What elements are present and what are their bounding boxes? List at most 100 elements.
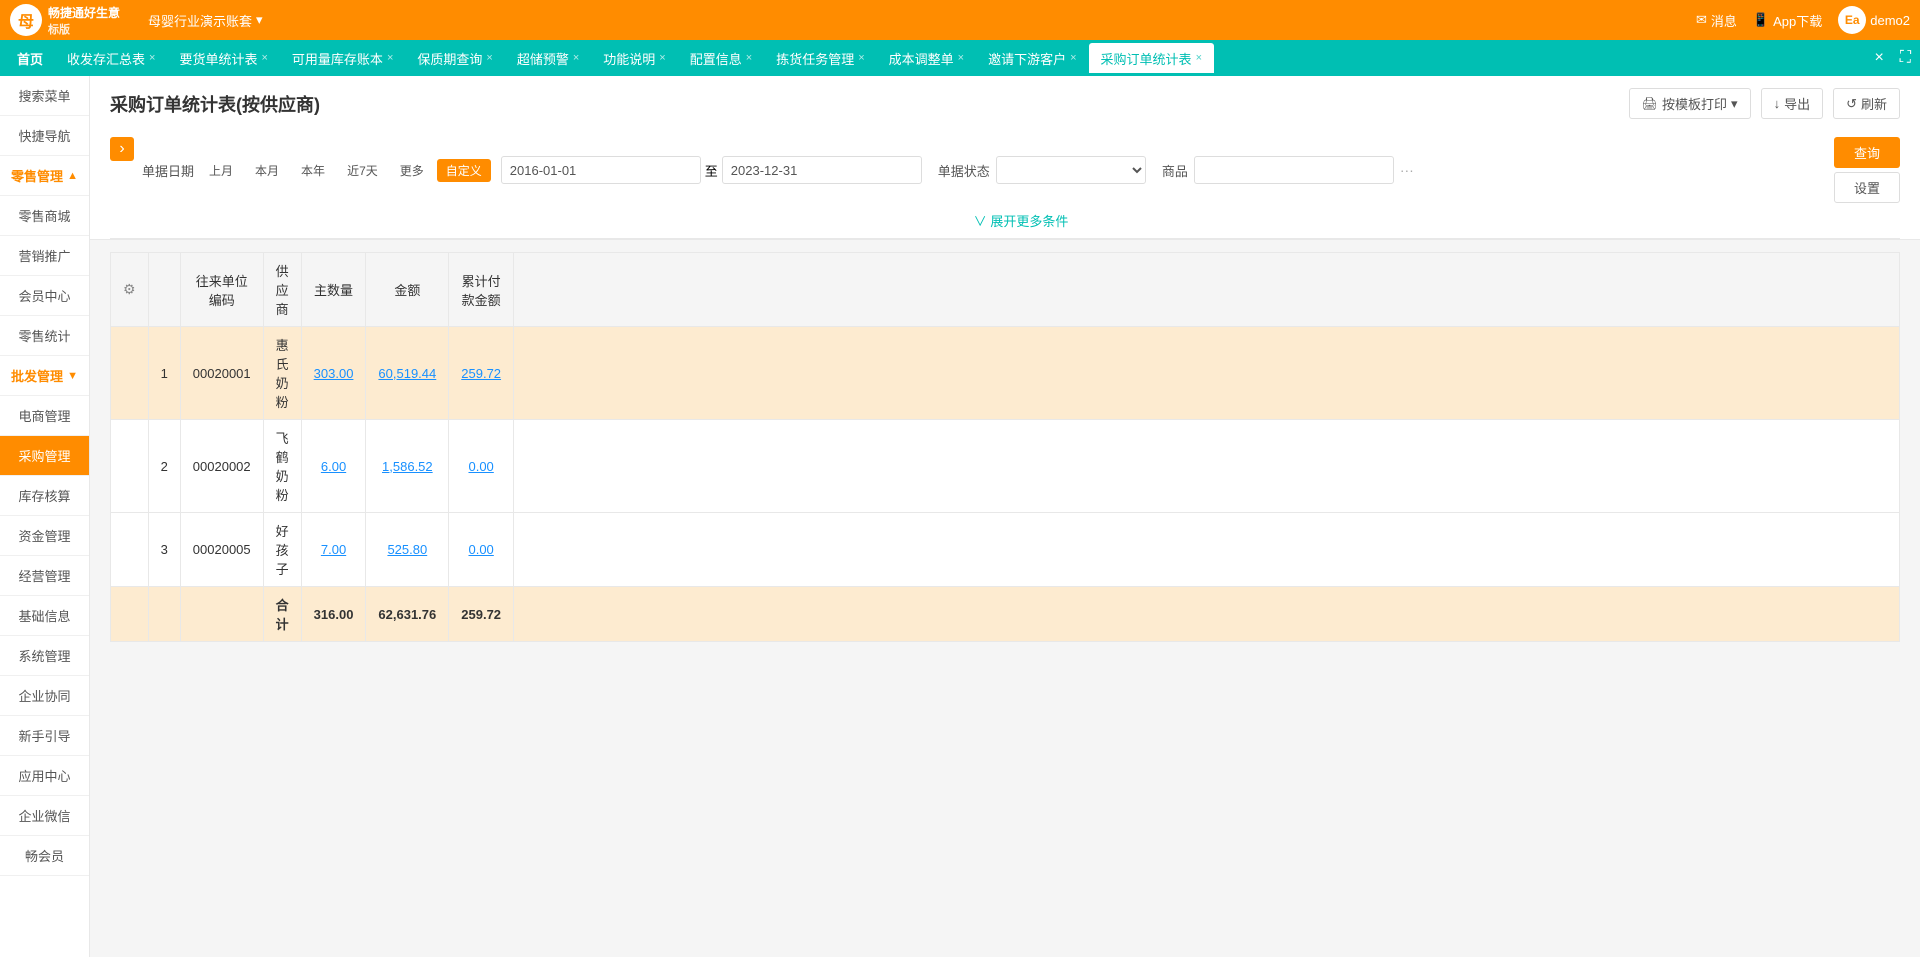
date-from-input[interactable] xyxy=(501,156,701,184)
status-select[interactable] xyxy=(996,156,1146,184)
tab-functions[interactable]: 功能说明 × xyxy=(591,43,677,73)
avatar: Ea xyxy=(1838,6,1866,34)
gear-icon[interactable]: ⚙ xyxy=(123,281,136,297)
sidebar-item-wholesale[interactable]: 批发管理 ▼ xyxy=(0,356,89,396)
sidebar-item-marketing[interactable]: 营销推广 xyxy=(0,236,89,276)
close-all-tabs-button[interactable]: × xyxy=(1870,49,1887,67)
workspace-selector[interactable]: 母婴行业演示账套 ▾ xyxy=(148,11,263,30)
tab-inventory[interactable]: 可用量库存账本 × xyxy=(280,43,405,73)
tab-shelf-life[interactable]: 保质期查询 × xyxy=(405,43,504,73)
cell-check-3 xyxy=(111,513,149,587)
date-to-input[interactable] xyxy=(722,156,922,184)
tab-purchase-order-stat[interactable]: 采购订单统计表 × xyxy=(1089,43,1214,73)
close-tab-collect-pay[interactable]: × xyxy=(149,52,155,64)
close-tab-purchase-order-stat[interactable]: × xyxy=(1196,52,1202,64)
cell-amount-2[interactable]: 1,586.52 xyxy=(366,420,449,513)
app-download-button[interactable]: 📱 App下载 xyxy=(1753,11,1822,30)
toggle-filter-button[interactable]: › xyxy=(110,137,134,161)
workspace-label: 母婴行业演示账套 xyxy=(148,11,252,30)
this-month-btn[interactable]: 本月 xyxy=(246,159,288,182)
sidebar-item-ecommerce[interactable]: 电商管理 xyxy=(0,396,89,436)
close-tab-cost-adjust[interactable]: × xyxy=(958,52,964,64)
tab-config[interactable]: 配置信息 × xyxy=(678,43,764,73)
cell-check-1 xyxy=(111,327,149,420)
settings-button[interactable]: 设置 xyxy=(1834,172,1900,203)
refresh-icon: ↺ xyxy=(1846,96,1857,112)
close-tab-overstock[interactable]: × xyxy=(573,52,579,64)
col-header-no xyxy=(148,253,180,327)
sidebar-item-new-guide[interactable]: 新手引导 xyxy=(0,716,89,756)
close-tab-shelf-life[interactable]: × xyxy=(486,52,492,64)
footer-cell-unit-code xyxy=(180,587,263,642)
fullscreen-button[interactable]: ⛶ xyxy=(1896,49,1915,67)
sidebar-item-app-center[interactable]: 应用中心 xyxy=(0,756,89,796)
sidebar-item-member[interactable]: 畅会员 xyxy=(0,836,89,876)
status-label: 单据状态 xyxy=(938,161,990,180)
sidebar-item-enterprise-collab[interactable]: 企业协同 xyxy=(0,676,89,716)
sidebar-item-quick-nav[interactable]: 快捷导航 xyxy=(0,116,89,156)
refresh-button[interactable]: ↺ 刷新 xyxy=(1833,88,1900,119)
status-filter: 单据状态 xyxy=(938,156,1146,184)
close-tab-inventory[interactable]: × xyxy=(387,52,393,64)
last-month-btn[interactable]: 上月 xyxy=(200,159,242,182)
col-header-check: ⚙ xyxy=(111,253,149,327)
sidebar-item-inventory-check[interactable]: 库存核算 xyxy=(0,476,89,516)
close-tab-purchase-stat[interactable]: × xyxy=(261,52,267,64)
custom-date-btn[interactable]: 自定义 xyxy=(437,159,491,182)
close-tab-picking[interactable]: × xyxy=(858,52,864,64)
sidebar-item-finance[interactable]: 资金管理 xyxy=(0,516,89,556)
export-button[interactable]: ↓ 导出 xyxy=(1761,88,1824,119)
logo-text: 畅捷通好生意 标版 xyxy=(48,4,120,37)
cell-qty-3[interactable]: 7.00 xyxy=(301,513,366,587)
cell-amount-1[interactable]: 60,519.44 xyxy=(366,327,449,420)
expand-conditions-button[interactable]: ∨ 展开更多条件 xyxy=(974,214,1069,229)
sidebar-item-retail-mgmt[interactable]: 零售管理 ▲ xyxy=(0,156,89,196)
cell-paid-1[interactable]: 259.72 xyxy=(449,327,514,420)
sidebar-item-purchase[interactable]: 采购管理 xyxy=(0,436,89,476)
cell-amount-3[interactable]: 525.80 xyxy=(366,513,449,587)
print-dropdown-icon: ▾ xyxy=(1731,96,1738,112)
sidebar-item-search[interactable]: 搜索菜单 xyxy=(0,76,89,116)
sidebar-item-operations[interactable]: 经营管理 xyxy=(0,556,89,596)
cell-extra-3 xyxy=(514,513,1900,587)
last-7-days-btn[interactable]: 近7天 xyxy=(338,159,387,182)
tab-cost-adjust[interactable]: 成本调整单 × xyxy=(877,43,976,73)
product-more-icon[interactable]: ··· xyxy=(1400,162,1414,178)
wholesale-arrow-icon: ▼ xyxy=(67,370,78,382)
query-button[interactable]: 查询 xyxy=(1834,137,1900,168)
tab-picking[interactable]: 拣货任务管理 × xyxy=(764,43,876,73)
cell-paid-3[interactable]: 0.00 xyxy=(449,513,514,587)
close-tab-config[interactable]: × xyxy=(746,52,752,64)
printer-icon: 🖨 xyxy=(1642,96,1659,112)
logo-area: 母 畅捷通好生意 标版 xyxy=(10,4,120,37)
tab-purchase-stat[interactable]: 要货单统计表 × xyxy=(167,43,279,73)
col-header-supplier: 供应商 xyxy=(263,253,301,327)
user-profile[interactable]: Ea demo2 xyxy=(1838,6,1910,34)
sidebar-item-system[interactable]: 系统管理 xyxy=(0,636,89,676)
sidebar-item-retail-stat[interactable]: 零售统计 xyxy=(0,316,89,356)
this-year-btn[interactable]: 本年 xyxy=(292,159,334,182)
cell-qty-2[interactable]: 6.00 xyxy=(301,420,366,513)
tab-overstock[interactable]: 超储预警 × xyxy=(505,43,591,73)
main-layout: 搜索菜单 快捷导航 零售管理 ▲ 零售商城 营销推广 会员中心 零售统计 批发管… xyxy=(0,76,1920,957)
cell-paid-2[interactable]: 0.00 xyxy=(449,420,514,513)
sidebar-item-retail-store[interactable]: 零售商城 xyxy=(0,196,89,236)
sidebar-item-enterprise-wechat[interactable]: 企业微信 xyxy=(0,796,89,836)
nav-tabs-right: × ⛶ xyxy=(1870,49,1915,67)
sidebar-item-membership[interactable]: 会员中心 xyxy=(0,276,89,316)
message-button[interactable]: ✉ 消息 xyxy=(1696,11,1737,30)
print-button[interactable]: 🖨 按模板打印 ▾ xyxy=(1629,88,1751,119)
close-tab-functions[interactable]: × xyxy=(659,52,665,64)
page-title: 采购订单统计表(按供应商) xyxy=(110,91,320,117)
product-input[interactable] xyxy=(1194,156,1394,184)
footer-cell-check xyxy=(111,587,149,642)
tab-home[interactable]: 首页 xyxy=(5,43,55,73)
close-tab-invite[interactable]: × xyxy=(1070,52,1076,64)
more-date-btn[interactable]: 更多 xyxy=(391,159,433,182)
tab-invite[interactable]: 邀请下游客户 × xyxy=(976,43,1088,73)
tab-collect-pay[interactable]: 收发存汇总表 × xyxy=(55,43,167,73)
cell-qty-1[interactable]: 303.00 xyxy=(301,327,366,420)
workspace-arrow-icon: ▾ xyxy=(256,12,263,28)
sidebar-item-basic-info[interactable]: 基础信息 xyxy=(0,596,89,636)
table-footer-row: 合计 316.00 62,631.76 259.72 xyxy=(111,587,1900,642)
